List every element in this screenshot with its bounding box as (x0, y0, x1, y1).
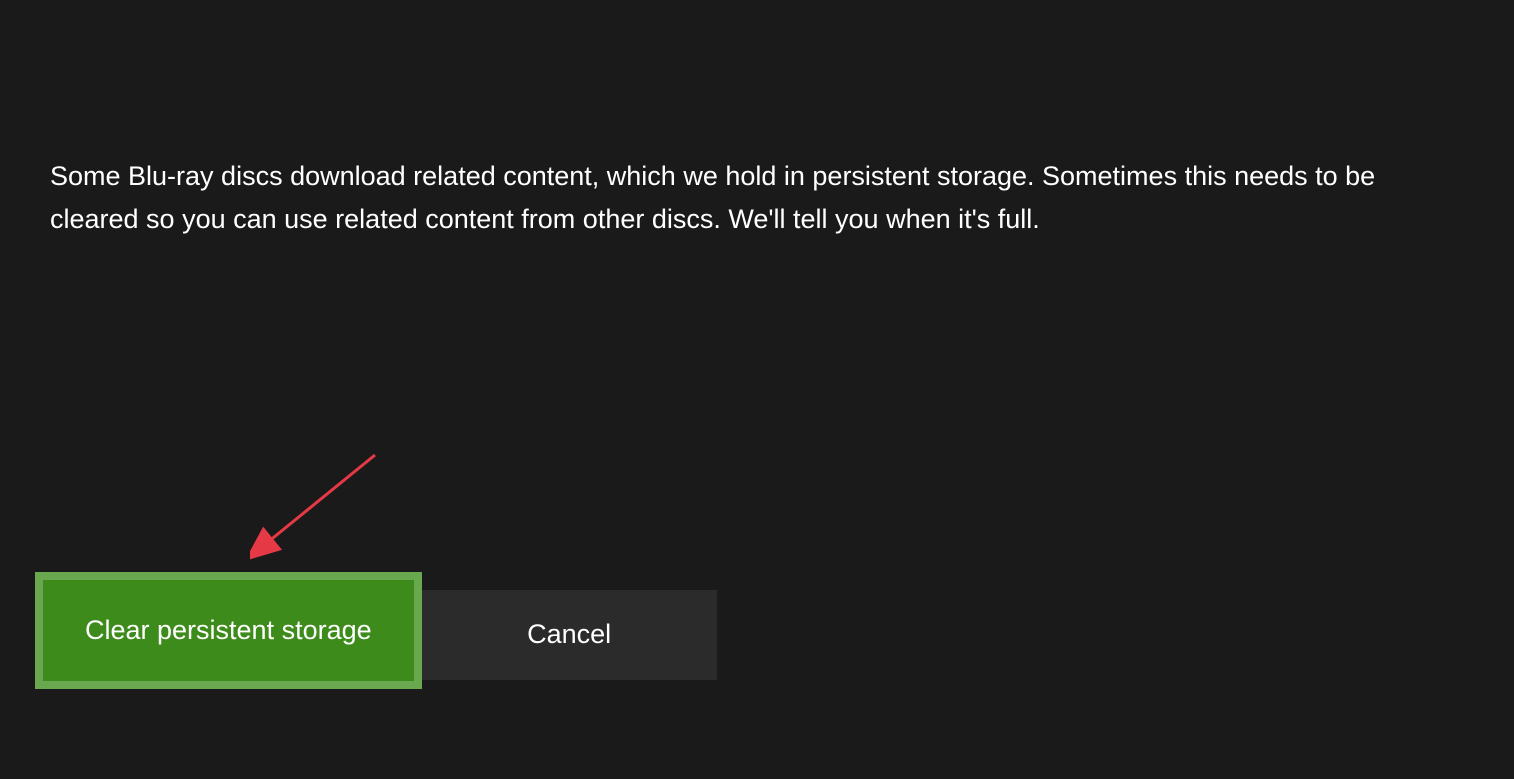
primary-button-highlight: Clear persistent storage (35, 572, 422, 689)
dialog-description: Some Blu-ray discs download related cont… (50, 155, 1464, 241)
annotation-arrow-icon (250, 450, 390, 570)
cancel-button[interactable]: Cancel (422, 590, 717, 680)
dialog-content: Some Blu-ray discs download related cont… (0, 0, 1514, 241)
button-row: Clear persistent storage Cancel (35, 572, 717, 689)
clear-persistent-storage-button[interactable]: Clear persistent storage (43, 580, 414, 681)
